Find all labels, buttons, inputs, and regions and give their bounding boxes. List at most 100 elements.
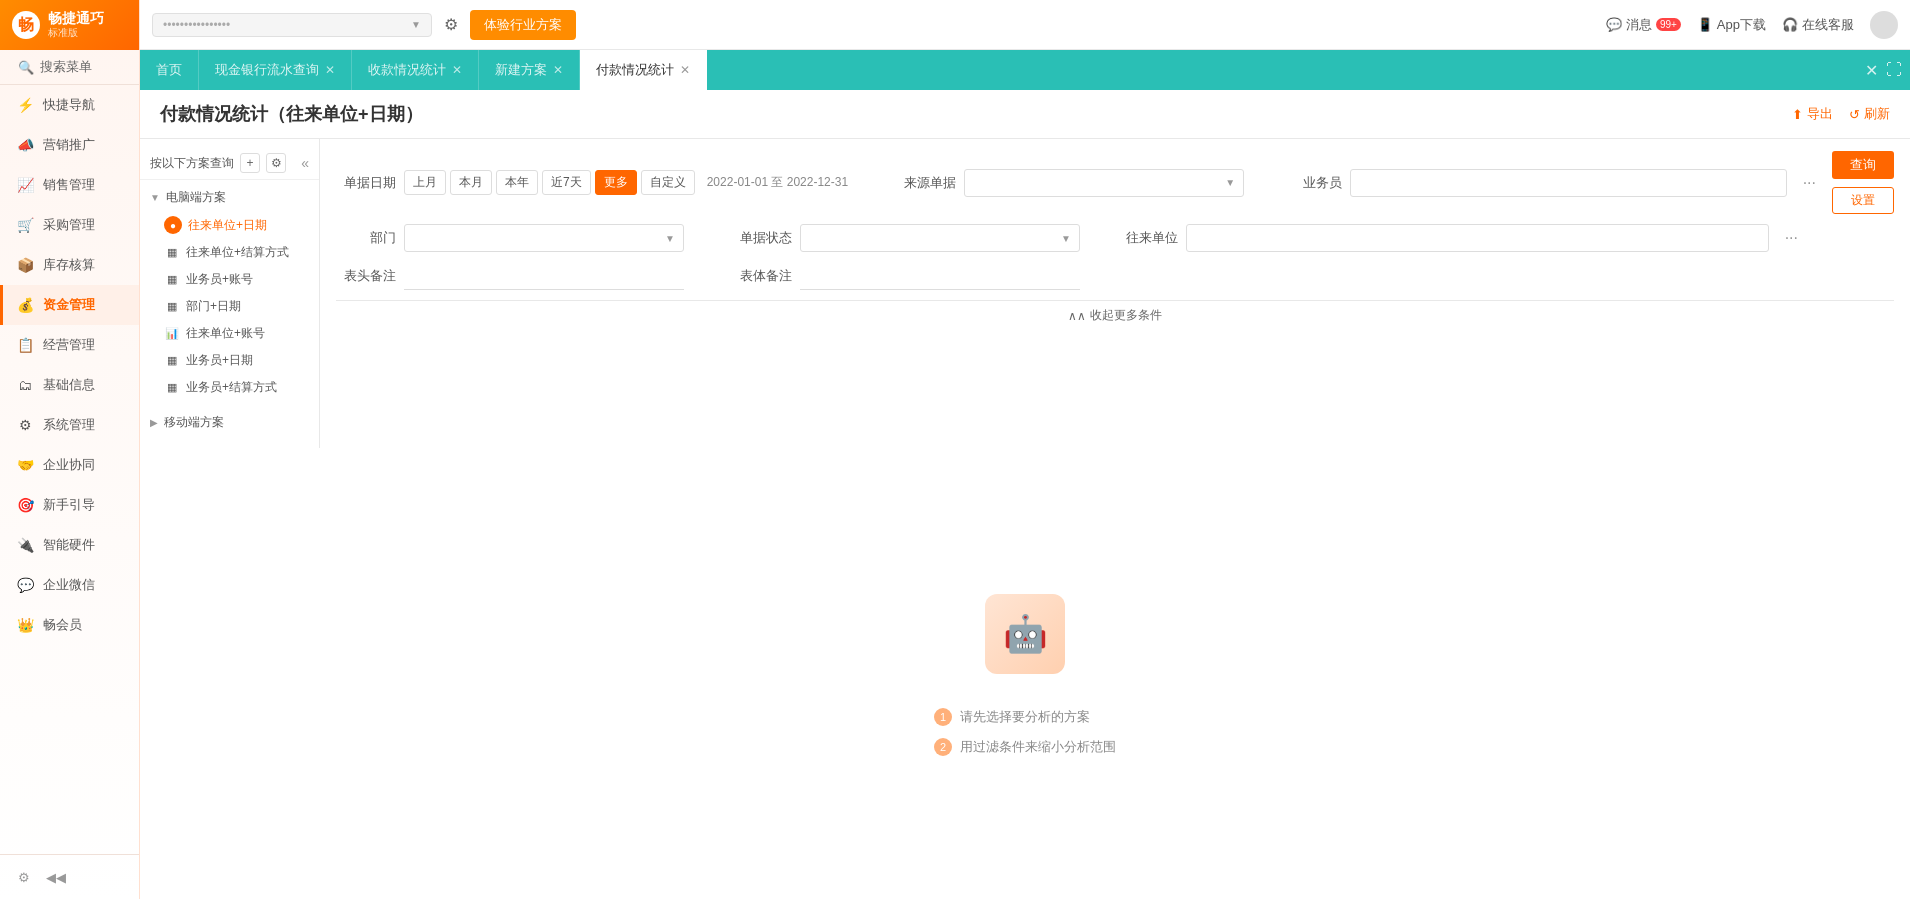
scheme-item-staff-account[interactable]: ▦ 业务员+账号	[140, 266, 319, 293]
filter-settings-button[interactable]: 设置	[1832, 187, 1894, 214]
topbar: •••••••••••••••• ▼ ⚙ 体验行业方案 💬 消息 99+ 📱 A…	[140, 0, 1910, 50]
settings-bottom-icon[interactable]: ⚙	[12, 865, 36, 889]
scheme-settings-btn[interactable]: ⚙	[266, 153, 286, 173]
filter-form: 单据日期 上月 本月 本年 近7天 更多 自定义 2022-01-01 至 20…	[320, 139, 1910, 448]
tabbar: 首页 现金银行流水查询 ✕ 收款情况统计 ✕ 新建方案 ✕ 付款情况统计 ✕ ✕…	[140, 50, 1910, 90]
scheme-item-staff-date[interactable]: ▦ 业务员+日期	[140, 347, 319, 374]
active-dot-icon: ●	[164, 216, 182, 234]
staff-select[interactable]	[1350, 169, 1787, 197]
scheme-item-unit-date[interactable]: ● 往来单位+日期	[140, 211, 319, 239]
url-chevron-icon: ▼	[411, 19, 421, 30]
desktop-group-label: 电脑端方案	[166, 189, 226, 206]
scheme-collapse-btn[interactable]: «	[301, 155, 309, 171]
service-icon: 🎧	[1782, 17, 1798, 32]
this-month-btn[interactable]: 本月	[450, 170, 492, 195]
online-service-item[interactable]: 🎧 在线客服	[1782, 16, 1854, 34]
main-area: •••••••••••••••• ▼ ⚙ 体验行业方案 💬 消息 99+ 📱 A…	[140, 0, 1910, 899]
more-btn[interactable]: 更多	[595, 170, 637, 195]
dept-select[interactable]: ▼	[404, 224, 684, 252]
user-avatar[interactable]	[1870, 11, 1898, 39]
partner-dots-btn[interactable]: ···	[1777, 226, 1806, 250]
tab-new-scheme[interactable]: 新建方案 ✕	[479, 50, 580, 90]
mobile-group-label: 移动端方案	[164, 414, 224, 431]
desktop-arrow-icon: ▼	[150, 192, 160, 203]
sidebar-item-hardware[interactable]: 🔌 智能硬件	[0, 525, 139, 565]
sidebar-item-enterprise[interactable]: 🤝 企业协同	[0, 445, 139, 485]
empty-hint-1: 1 请先选择要分析的方案	[934, 704, 1116, 730]
last-month-btn[interactable]: 上月	[404, 170, 446, 195]
last-7days-btn[interactable]: 近7天	[542, 170, 591, 195]
table-body-note-input[interactable]	[800, 262, 1080, 290]
close-payment-stats-icon[interactable]: ✕	[680, 63, 690, 77]
search-menu[interactable]: 🔍 搜索菜单	[0, 50, 139, 85]
scheme-group-desktop-header[interactable]: ▼ 电脑端方案	[140, 184, 319, 211]
sidebar-item-inventory[interactable]: 📦 库存核算	[0, 245, 139, 285]
empty-hint-2: 2 用过滤条件来缩小分析范围	[934, 734, 1116, 760]
scheme-sidebar: 按以下方案查询 + ⚙ « ▼ 电脑端方案 ● 往来单位+日期 ▦	[140, 139, 320, 448]
tab-cash-flow[interactable]: 现金银行流水查询 ✕	[199, 50, 352, 90]
tab-receipt-stats[interactable]: 收款情况统计 ✕	[352, 50, 479, 90]
sidebar-item-sales[interactable]: 📈 销售管理	[0, 165, 139, 205]
quick-nav-icon: ⚡	[15, 95, 35, 115]
export-button[interactable]: ⬆ 导出	[1792, 105, 1833, 123]
sidebar-item-guide[interactable]: 🎯 新手引导	[0, 485, 139, 525]
collapse-sidebar-icon[interactable]: ◀◀	[44, 865, 68, 889]
partner-label: 往来单位	[1118, 229, 1178, 247]
tabbar-controls: ✕ ⛶	[1857, 61, 1910, 80]
query-button[interactable]: 查询	[1832, 151, 1894, 179]
filter-row-notes: 表头备注 表体备注	[336, 262, 1894, 290]
doc-status-chevron-icon: ▼	[1061, 233, 1071, 244]
staff-label: 业务员	[1282, 174, 1342, 192]
sidebar-item-capital[interactable]: 💰 资金管理	[0, 285, 139, 325]
sidebar-item-wechat[interactable]: 💬 企业微信	[0, 565, 139, 605]
scheme-item-unit-account[interactable]: 📊 往来单位+账号	[140, 320, 319, 347]
empty-robot-icon: 🤖	[1003, 613, 1048, 655]
url-bar[interactable]: •••••••••••••••• ▼	[152, 13, 432, 37]
scheme-group-desktop: ▼ 电脑端方案 ● 往来单位+日期 ▦ 往来单位+结算方式 ▦ 业务员+账号	[140, 180, 319, 405]
add-scheme-btn[interactable]: +	[240, 153, 260, 173]
maximize-icon[interactable]: ⛶	[1886, 61, 1902, 79]
close-cash-flow-icon[interactable]: ✕	[325, 63, 335, 77]
messages-item[interactable]: 💬 消息 99+	[1606, 16, 1681, 34]
page-header-actions: ⬆ 导出 ↺ 刷新	[1792, 105, 1890, 123]
partner-select[interactable]	[1186, 224, 1769, 252]
sidebar-item-purchase[interactable]: 🛒 采购管理	[0, 205, 139, 245]
messages-badge: 99+	[1656, 18, 1681, 31]
sidebar-item-member[interactable]: 👑 畅会员	[0, 605, 139, 645]
system-icon: ⚙	[15, 415, 35, 435]
download-icon: 📱	[1697, 17, 1713, 32]
refresh-button[interactable]: ↺ 刷新	[1849, 105, 1890, 123]
settings-icon[interactable]: ⚙	[440, 11, 462, 38]
sidebar-item-marketing[interactable]: 📣 营销推广	[0, 125, 139, 165]
sidebar-item-quick-nav[interactable]: ⚡ 快捷导航	[0, 85, 139, 125]
close-all-tabs-icon[interactable]: ✕	[1865, 61, 1878, 80]
this-year-btn[interactable]: 本年	[496, 170, 538, 195]
staff-dots-btn[interactable]: ···	[1795, 171, 1824, 195]
close-receipt-stats-icon[interactable]: ✕	[452, 63, 462, 77]
scheme-table-icon-5: ▦	[164, 380, 180, 396]
filter-wrapper: 按以下方案查询 + ⚙ « ▼ 电脑端方案 ● 往来单位+日期 ▦	[140, 139, 1910, 448]
content-area: 付款情况统计（往来单位+日期） ⬆ 导出 ↺ 刷新 按以下方案查询 + ⚙	[140, 90, 1910, 899]
doc-status-select[interactable]: ▼	[800, 224, 1080, 252]
tab-payment-stats[interactable]: 付款情况统计 ✕	[580, 50, 707, 90]
scheme-item-unit-settle[interactable]: ▦ 往来单位+结算方式	[140, 239, 319, 266]
tab-new-scheme-label: 新建方案	[495, 61, 547, 79]
close-new-scheme-icon[interactable]: ✕	[553, 63, 563, 77]
url-text: ••••••••••••••••	[163, 18, 230, 32]
app-name: 畅捷通巧	[48, 10, 104, 27]
custom-btn[interactable]: 自定义	[641, 170, 695, 195]
collapse-more-conditions-btn[interactable]: ∧∧ 收起更多条件	[336, 300, 1894, 330]
wechat-icon: 💬	[15, 575, 35, 595]
sidebar-item-operations[interactable]: 📋 经营管理	[0, 325, 139, 365]
scheme-item-dept-date[interactable]: ▦ 部门+日期	[140, 293, 319, 320]
sidebar-item-system[interactable]: ⚙ 系统管理	[0, 405, 139, 445]
source-doc-select[interactable]: ▼	[964, 169, 1244, 197]
scheme-group-mobile-header[interactable]: ▶ 移动端方案	[140, 409, 319, 436]
tab-home[interactable]: 首页	[140, 50, 199, 90]
scheme-item-staff-settle[interactable]: ▦ 业务员+结算方式	[140, 374, 319, 401]
app-download-item[interactable]: 📱 App下载	[1697, 16, 1766, 34]
table-header-note-input[interactable]	[404, 262, 684, 290]
filter-actions: 查询 设置	[1832, 151, 1894, 214]
sidebar-item-basic-info[interactable]: 🗂 基础信息	[0, 365, 139, 405]
trial-button[interactable]: 体验行业方案	[470, 10, 576, 40]
